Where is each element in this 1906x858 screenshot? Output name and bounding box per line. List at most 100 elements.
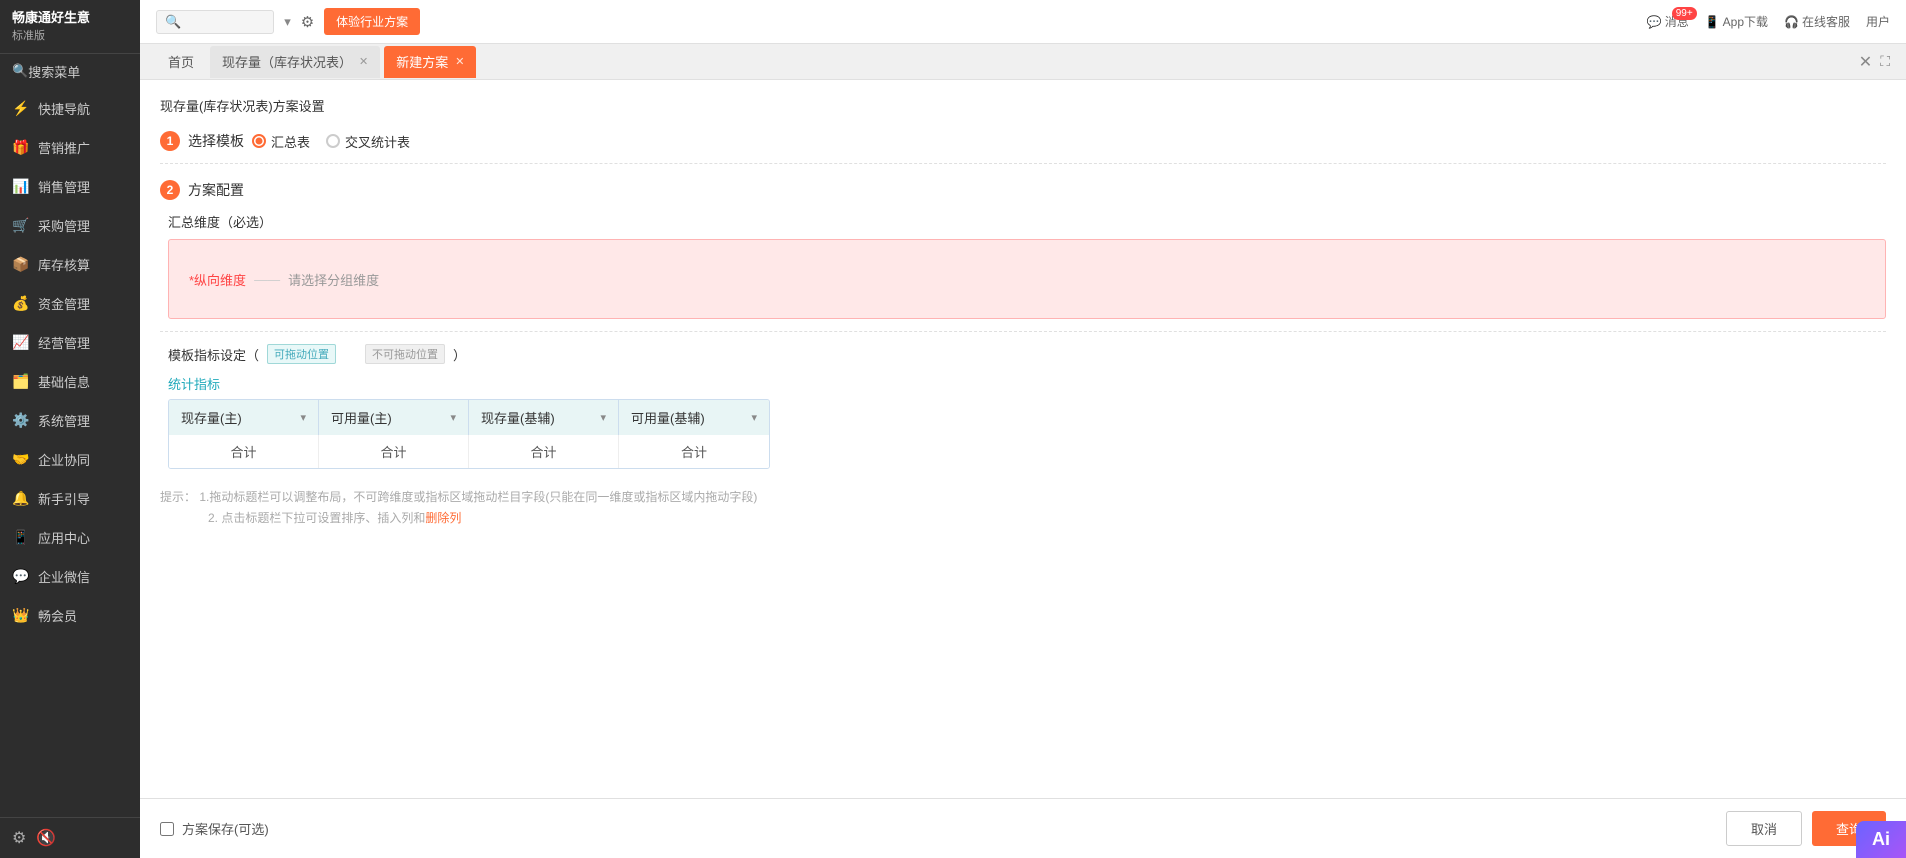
new-plan-tab-close-icon[interactable]: ✕ xyxy=(455,55,464,68)
stats-col-3-label: 现存量(基辅) xyxy=(481,408,555,427)
radio-summary[interactable]: 汇总表 xyxy=(252,132,310,151)
app-download-button[interactable]: 📱 App下载 xyxy=(1705,13,1768,30)
indicator-sep xyxy=(344,345,357,364)
home-tab-label: 首页 xyxy=(168,52,194,71)
sidebar-item-system[interactable]: ⚙️ 系统管理 xyxy=(0,401,140,440)
stats-col-3-chevron[interactable]: ▾ xyxy=(600,411,606,424)
indicator-label-text: 模板指标设定（ xyxy=(168,345,259,364)
sidebar-search[interactable]: 🔍 搜索菜单 xyxy=(0,54,140,89)
sidebar-item-newguide[interactable]: 🔔 新手引导 xyxy=(0,479,140,518)
settings-icon[interactable]: ⚙ xyxy=(12,828,26,848)
quick-nav-icon: ⚡ xyxy=(12,99,30,117)
stats-col-4-header[interactable]: 可用量(基辅) ▾ xyxy=(619,400,769,435)
dimension-box[interactable]: *纵向维度 —— 请选择分组维度 xyxy=(168,239,1886,319)
tip-1: 提示： 1.拖动标题栏可以调整布局，不可跨维度或指标区域拖动栏目字段(只能在同一… xyxy=(160,488,1886,505)
radio-summary-circle xyxy=(252,134,266,148)
sidebar-item-label: 系统管理 xyxy=(38,411,90,430)
stats-col-2-chevron[interactable]: ▾ xyxy=(450,411,456,424)
topbar: 🔍 ▾ ⚙ 体验行业方案 💬 消息 99+ 📱 App下载 🎧 在线客服 用户 xyxy=(140,0,1906,44)
sidebar-item-inventory[interactable]: 📦 库存核算 xyxy=(0,245,140,284)
cancel-button[interactable]: 取消 xyxy=(1726,811,1802,846)
stats-col-2-header[interactable]: 可用量(主) ▾ xyxy=(319,400,469,435)
app-subtitle: 标准版 xyxy=(12,27,128,43)
tab-new-plan[interactable]: 新建方案 ✕ xyxy=(384,46,476,78)
topbar-search-box[interactable]: 🔍 xyxy=(156,10,274,34)
sidebar-item-quick-nav[interactable]: ⚡ 快捷导航 xyxy=(0,89,140,128)
window-close-icon[interactable]: ✕ xyxy=(1859,52,1872,72)
dimension-section: 汇总维度（必选） *纵向维度 —— 请选择分组维度 xyxy=(160,212,1886,319)
newguide-icon: 🔔 xyxy=(12,489,30,507)
inventory-icon: 📦 xyxy=(12,255,30,273)
sidebar-logo: 畅康通好生意 标准版 xyxy=(0,0,140,54)
dimension-dash: —— xyxy=(254,272,280,287)
sidebar-item-basic[interactable]: 🗂️ 基础信息 xyxy=(0,362,140,401)
app-download-label: App下载 xyxy=(1723,13,1768,30)
section-1-header: 1 选择模板 汇总表 交叉统计表 xyxy=(160,131,1886,151)
messages-button[interactable]: 💬 消息 99+ xyxy=(1647,13,1689,30)
sidebar-item-marketing[interactable]: 🎁 营销推广 xyxy=(0,128,140,167)
stats-col-3-header[interactable]: 现存量(基辅) ▾ xyxy=(469,400,619,435)
sidebar-item-label: 销售管理 xyxy=(38,177,90,196)
content-area: 现存量(库存状况表)方案设置 1 选择模板 汇总表 xyxy=(140,80,1906,858)
section-1-divider xyxy=(160,163,1886,164)
dimension-placeholder: 请选择分组维度 xyxy=(288,270,379,289)
section-2-header: 2 方案配置 xyxy=(160,180,1886,200)
inventory-tab-close-icon[interactable]: ✕ xyxy=(359,55,368,68)
save-plan-label: 方案保存(可选) xyxy=(182,819,269,838)
mobile-icon: 📱 xyxy=(1705,15,1720,29)
finance-icon: 💰 xyxy=(12,294,30,312)
stats-col-4-chevron[interactable]: ▾ xyxy=(751,411,757,424)
sidebar-item-wechat[interactable]: 💬 企业微信 xyxy=(0,557,140,596)
mute-icon[interactable]: 🔇 xyxy=(36,828,56,848)
user-label: 用户 xyxy=(1866,15,1890,29)
sidebar-item-sales[interactable]: 📊 销售管理 xyxy=(0,167,140,206)
indicator-suffix: ） xyxy=(453,345,466,364)
save-plan-checkbox[interactable] xyxy=(160,822,174,836)
tab-home[interactable]: 首页 xyxy=(156,46,206,78)
tab-inventory-status[interactable]: 现存量（库存状况表） ✕ xyxy=(210,46,380,78)
search-label: 搜索菜单 xyxy=(28,62,80,81)
page-title: 现存量(库存状况表)方案设置 xyxy=(160,96,1886,115)
sidebar-item-label: 营销推广 xyxy=(38,138,90,157)
dimension-vertical-label: *纵向维度 xyxy=(189,270,246,289)
messages-badge: 99+ xyxy=(1672,7,1697,20)
stats-col-1-body: 合计 xyxy=(169,435,319,468)
radio-cross[interactable]: 交叉统计表 xyxy=(326,132,410,151)
radio-cross-circle xyxy=(326,134,340,148)
topbar-dropdown-icon[interactable]: ▾ xyxy=(284,14,291,30)
main-area: 🔍 ▾ ⚙ 体验行业方案 💬 消息 99+ 📱 App下载 🎧 在线客服 用户 xyxy=(140,0,1906,858)
online-service-button[interactable]: 🎧 在线客服 xyxy=(1784,13,1850,30)
sidebar-item-member[interactable]: 👑 畅会员 xyxy=(0,596,140,635)
sidebar-item-appcenter[interactable]: 📱 应用中心 xyxy=(0,518,140,557)
section-2-title: 方案配置 xyxy=(188,180,244,200)
content-inner: 现存量(库存状况表)方案设置 1 选择模板 汇总表 xyxy=(140,80,1906,558)
indicator-settings: 模板指标设定（ 可拖动位置 不可拖动位置 ） 统计指标 现存量(主) xyxy=(160,344,1886,472)
section-2: 2 方案配置 汇总维度（必选） *纵向维度 —— 请选择分组维度 xyxy=(160,180,1886,526)
inventory-tab-label: 现存量（库存状况表） xyxy=(222,52,352,71)
app-title: 畅康通好生意 xyxy=(12,10,128,27)
new-plan-tab-label: 新建方案 xyxy=(396,52,448,71)
sidebar-item-contract[interactable]: 🤝 企业协同 xyxy=(0,440,140,479)
content-scroll: 现存量(库存状况表)方案设置 1 选择模板 汇总表 xyxy=(140,80,1906,798)
topbar-search-input[interactable] xyxy=(185,15,265,29)
sidebar-item-operation[interactable]: 📈 经营管理 xyxy=(0,323,140,362)
sidebar-item-label: 快捷导航 xyxy=(38,99,90,118)
sidebar-item-label: 经营管理 xyxy=(38,333,90,352)
ai-badge[interactable]: Ai xyxy=(1856,821,1906,858)
topbar-gear-icon[interactable]: ⚙ xyxy=(301,13,314,31)
member-icon: 👑 xyxy=(12,606,30,624)
section-2-divider xyxy=(160,331,1886,332)
sidebar-item-label: 企业微信 xyxy=(38,567,90,586)
stats-col-1-header[interactable]: 现存量(主) ▾ xyxy=(169,400,319,435)
contract-icon: 🤝 xyxy=(12,450,30,468)
window-expand-icon[interactable]: ⛶ xyxy=(1880,53,1890,70)
industry-plan-button[interactable]: 体验行业方案 xyxy=(324,8,420,35)
sidebar-item-purchase[interactable]: 🛒 采购管理 xyxy=(0,206,140,245)
stats-table: 现存量(主) ▾ 可用量(主) ▾ 现存量(基辅) ▾ xyxy=(168,399,770,469)
stats-col-1-chevron[interactable]: ▾ xyxy=(300,411,306,424)
stats-col-4-label: 可用量(基辅) xyxy=(631,408,705,427)
sidebar-item-finance[interactable]: 💰 资金管理 xyxy=(0,284,140,323)
template-radio-group: 汇总表 交叉统计表 xyxy=(252,132,410,151)
user-menu[interactable]: 用户 xyxy=(1866,13,1890,30)
appcenter-icon: 📱 xyxy=(12,528,30,546)
